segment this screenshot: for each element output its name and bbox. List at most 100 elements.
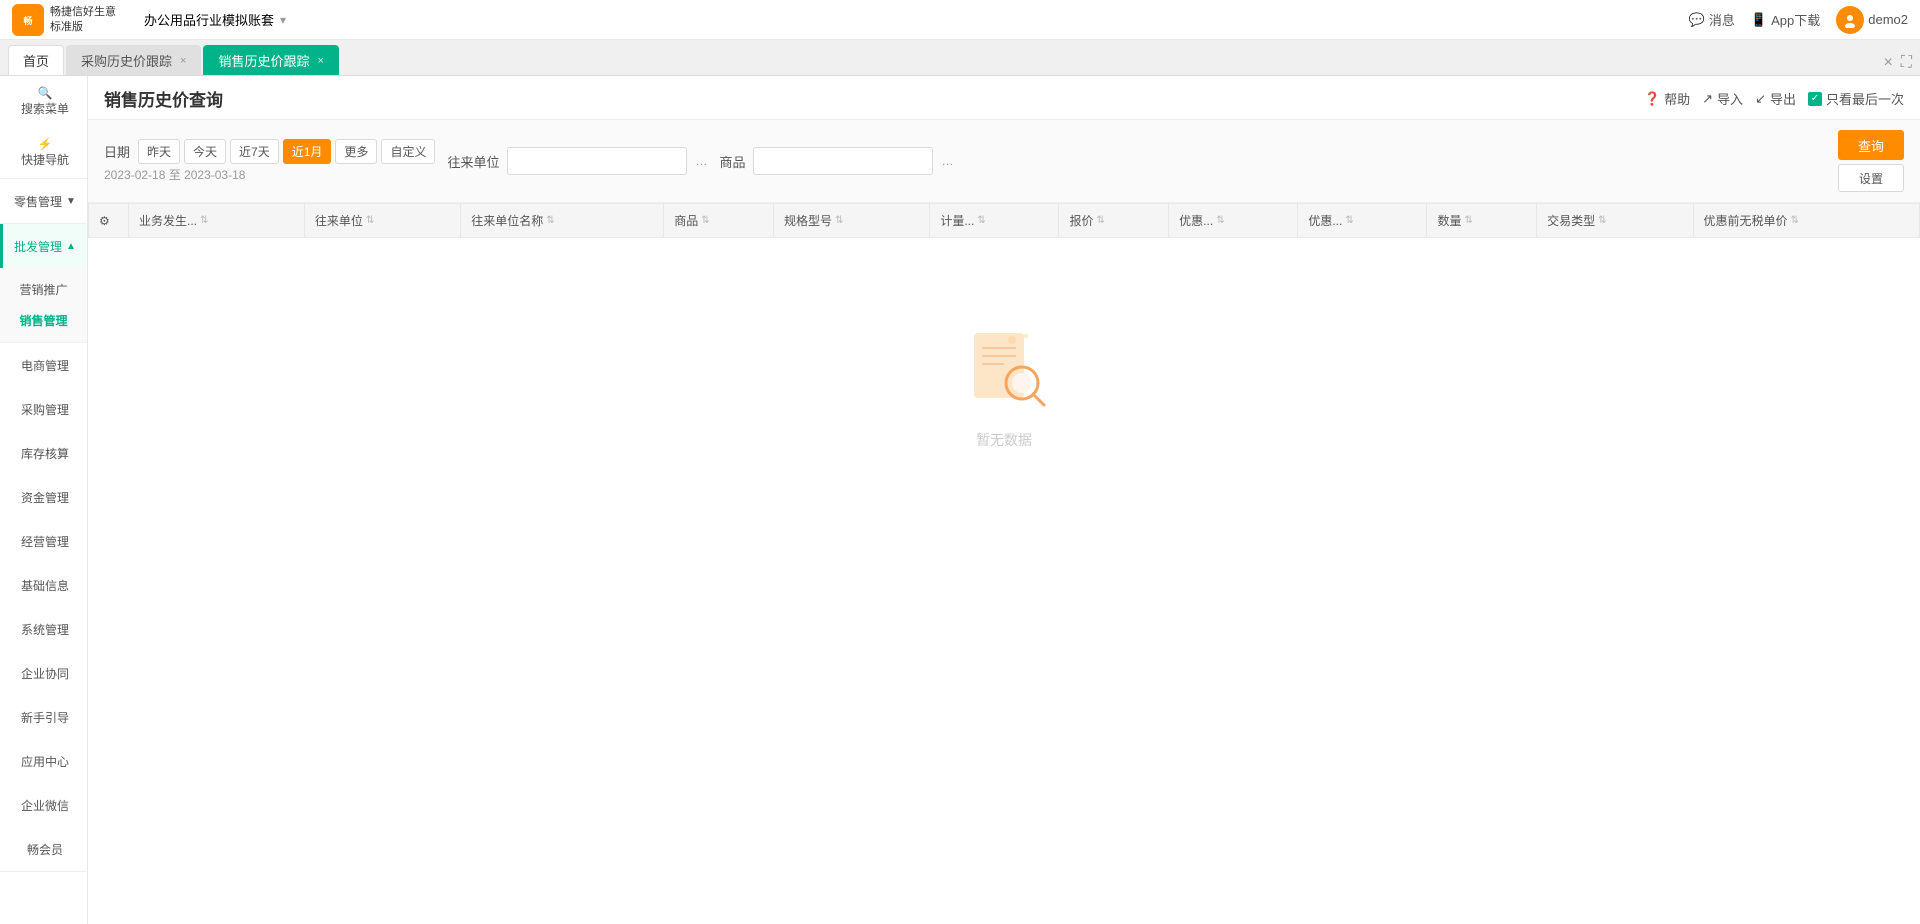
tab-home-label: 首页 [23, 51, 49, 70]
content-area: 销售历史价查询 ❓ 帮助 ↗ 导入 ↙ 导出 ✓ 只看最后一次 [88, 76, 1920, 924]
sort-product-icon: ⇅ [701, 215, 709, 226]
sidebar-item-enterprise-wechat[interactable]: 企业微信 [0, 783, 87, 827]
purchase-label: 采购管理 [21, 401, 69, 418]
page-actions: ❓ 帮助 ↗ 导入 ↙ 导出 ✓ 只看最后一次 [1644, 89, 1904, 108]
beginner-label: 新手引导 [21, 709, 69, 726]
col-discount2[interactable]: 优惠... ⇅ [1298, 204, 1427, 238]
query-button[interactable]: 查询 [1838, 130, 1904, 160]
breadcrumb: 办公用品行业模拟账套 ▾ [144, 10, 286, 29]
sidebar-item-ecommerce[interactable]: 电商管理 [0, 343, 87, 387]
sidebar-item-sales-mgmt[interactable]: 销售管理 [0, 305, 87, 336]
sidebar-item-retail-mgmt[interactable]: 零售管理 ▼ [0, 179, 87, 223]
product-input[interactable] [753, 147, 933, 175]
sort-unit-icon: ⇅ [977, 215, 985, 226]
avatar [1836, 6, 1864, 34]
date-range-text: 2023-02-18 至 2023-03-18 [104, 166, 435, 183]
settings-icon[interactable]: ⚙ [99, 214, 110, 228]
sidebar-section-others: 电商管理 采购管理 库存核算 资金管理 经营管理 基础信息 系统管理 企业协同 [0, 343, 87, 872]
date-btn-more[interactable]: 更多 [335, 139, 377, 164]
sort-price-icon: ⇅ [1096, 215, 1104, 226]
only-last-checkbox[interactable]: ✓ 只看最后一次 [1808, 89, 1904, 108]
header-right: 💬 消息 📱 App下载 demo2 [1689, 6, 1908, 34]
date-btn-custom[interactable]: 自定义 [381, 139, 435, 164]
col-unit[interactable]: 计量... ⇅ [930, 204, 1059, 238]
sidebar-item-inventory[interactable]: 库存核算 [0, 431, 87, 475]
col-settings: ⚙ [89, 204, 129, 238]
product-dots-button[interactable]: … [941, 154, 953, 168]
sidebar-item-cooperation[interactable]: 企业协同 [0, 651, 87, 695]
import-icon: ↗ [1702, 91, 1713, 107]
setting-button[interactable]: 设置 [1838, 164, 1904, 192]
sort-trade-type-icon: ⇅ [1598, 215, 1606, 226]
tab-sales-close-icon[interactable]: × [317, 55, 323, 67]
sidebar-section-top: 🔍 搜索菜单 ⚡ 快捷导航 [0, 76, 87, 179]
inventory-label: 库存核算 [21, 445, 69, 462]
empty-state-illustration [954, 318, 1054, 418]
tab-close-all-button[interactable]: × [1883, 55, 1892, 71]
tab-sales-label: 销售历史价跟踪 [218, 51, 309, 70]
col-price[interactable]: 报价 ⇅ [1059, 204, 1169, 238]
col-trade-type[interactable]: 交易类型 ⇅ [1537, 204, 1693, 238]
sidebar-item-operation[interactable]: 经营管理 [0, 519, 87, 563]
product-label: 商品 [719, 152, 745, 171]
wholesale-mgmt-label: 批发管理 [14, 238, 62, 255]
breadcrumb-arrow-icon: ▾ [280, 13, 286, 27]
system-label: 系统管理 [21, 621, 69, 638]
sidebar: 🔍 搜索菜单 ⚡ 快捷导航 零售管理 ▼ 批发管理 ▲ [0, 76, 88, 924]
sidebar-item-quick-nav[interactable]: ⚡ 快捷导航 [0, 127, 87, 178]
sidebar-item-beginner[interactable]: 新手引导 [0, 695, 87, 739]
sidebar-item-wholesale-mgmt[interactable]: 批发管理 ▲ [0, 224, 87, 268]
cooperation-label: 企业协同 [21, 665, 69, 682]
sidebar-section-retail: 零售管理 ▼ [0, 179, 87, 224]
app-download-button[interactable]: 📱 App下载 [1751, 10, 1820, 29]
date-btn-7days[interactable]: 近7天 [230, 139, 279, 164]
col-tax-price[interactable]: 优惠前无税单价 ⇅ [1693, 204, 1919, 238]
date-btn-1month[interactable]: 近1月 [283, 139, 332, 164]
enterprise-wechat-label: 企业微信 [21, 797, 69, 814]
sidebar-sub-menu: 营销推广 销售管理 [0, 268, 87, 342]
ecommerce-label: 电商管理 [21, 357, 69, 374]
date-btn-yesterday[interactable]: 昨天 [138, 139, 180, 164]
export-button[interactable]: ↙ 导出 [1755, 89, 1796, 108]
sidebar-item-system[interactable]: 系统管理 [0, 607, 87, 651]
col-partner-name[interactable]: 往来单位名称 ⇅ [461, 204, 664, 238]
page-title: 销售历史价查询 [104, 86, 223, 111]
tab-maximize-button[interactable]: ⛶ [1901, 55, 1912, 71]
partner-dots-button[interactable]: … [695, 154, 707, 168]
sidebar-item-member[interactable]: 畅会员 [0, 827, 87, 871]
date-btn-today[interactable]: 今天 [184, 139, 226, 164]
sidebar-item-search-menu[interactable]: 🔍 搜索菜单 [0, 76, 87, 127]
sidebar-item-marketing[interactable]: 营销推广 [0, 274, 87, 305]
header-left: 畅 畅捷信好生意 标准版 办公用品行业模拟账套 ▾ [12, 4, 286, 36]
sidebar-quick-label: 快捷导航 [21, 151, 69, 168]
col-partner-code[interactable]: 往来单位 ⇅ [304, 204, 460, 238]
tab-sales-history[interactable]: 销售历史价跟踪 × [203, 45, 338, 75]
sidebar-item-finance[interactable]: 资金管理 [0, 475, 87, 519]
partner-input[interactable] [507, 147, 687, 175]
checkbox-checked-icon: ✓ [1808, 92, 1822, 106]
message-icon: 💬 [1689, 12, 1705, 28]
sidebar-item-purchase[interactable]: 采购管理 [0, 387, 87, 431]
sort-spec-icon: ⇅ [835, 215, 843, 226]
member-label: 畅会员 [27, 841, 63, 858]
tab-purchase-history[interactable]: 采购历史价跟踪 × [66, 45, 201, 75]
col-spec[interactable]: 规格型号 ⇅ [773, 204, 929, 238]
sidebar-item-app-center[interactable]: 应用中心 [0, 739, 87, 783]
col-discount1[interactable]: 优惠... ⇅ [1169, 204, 1298, 238]
tab-home[interactable]: 首页 [8, 45, 64, 75]
import-button[interactable]: ↗ 导入 [1702, 89, 1743, 108]
help-button[interactable]: ❓ 帮助 [1644, 89, 1690, 108]
sort-quantity-icon: ⇅ [1464, 215, 1472, 226]
col-quantity[interactable]: 数量 ⇅ [1427, 204, 1537, 238]
help-icon: ❓ [1644, 91, 1660, 107]
tab-purchase-label: 采购历史价跟踪 [81, 51, 172, 70]
tab-purchase-close-icon[interactable]: × [180, 55, 186, 67]
sidebar-search-label: 搜索菜单 [21, 100, 69, 117]
col-date[interactable]: 业务发生... ⇅ [129, 204, 305, 238]
user-profile-button[interactable]: demo2 [1836, 6, 1908, 34]
message-button[interactable]: 💬 消息 [1689, 10, 1735, 29]
sidebar-section-wholesale: 批发管理 ▲ 营销推广 销售管理 [0, 224, 87, 343]
col-product[interactable]: 商品 ⇅ [664, 204, 774, 238]
tab-bar-actions: × ⛶ [1883, 55, 1912, 75]
sidebar-item-basic-info[interactable]: 基础信息 [0, 563, 87, 607]
